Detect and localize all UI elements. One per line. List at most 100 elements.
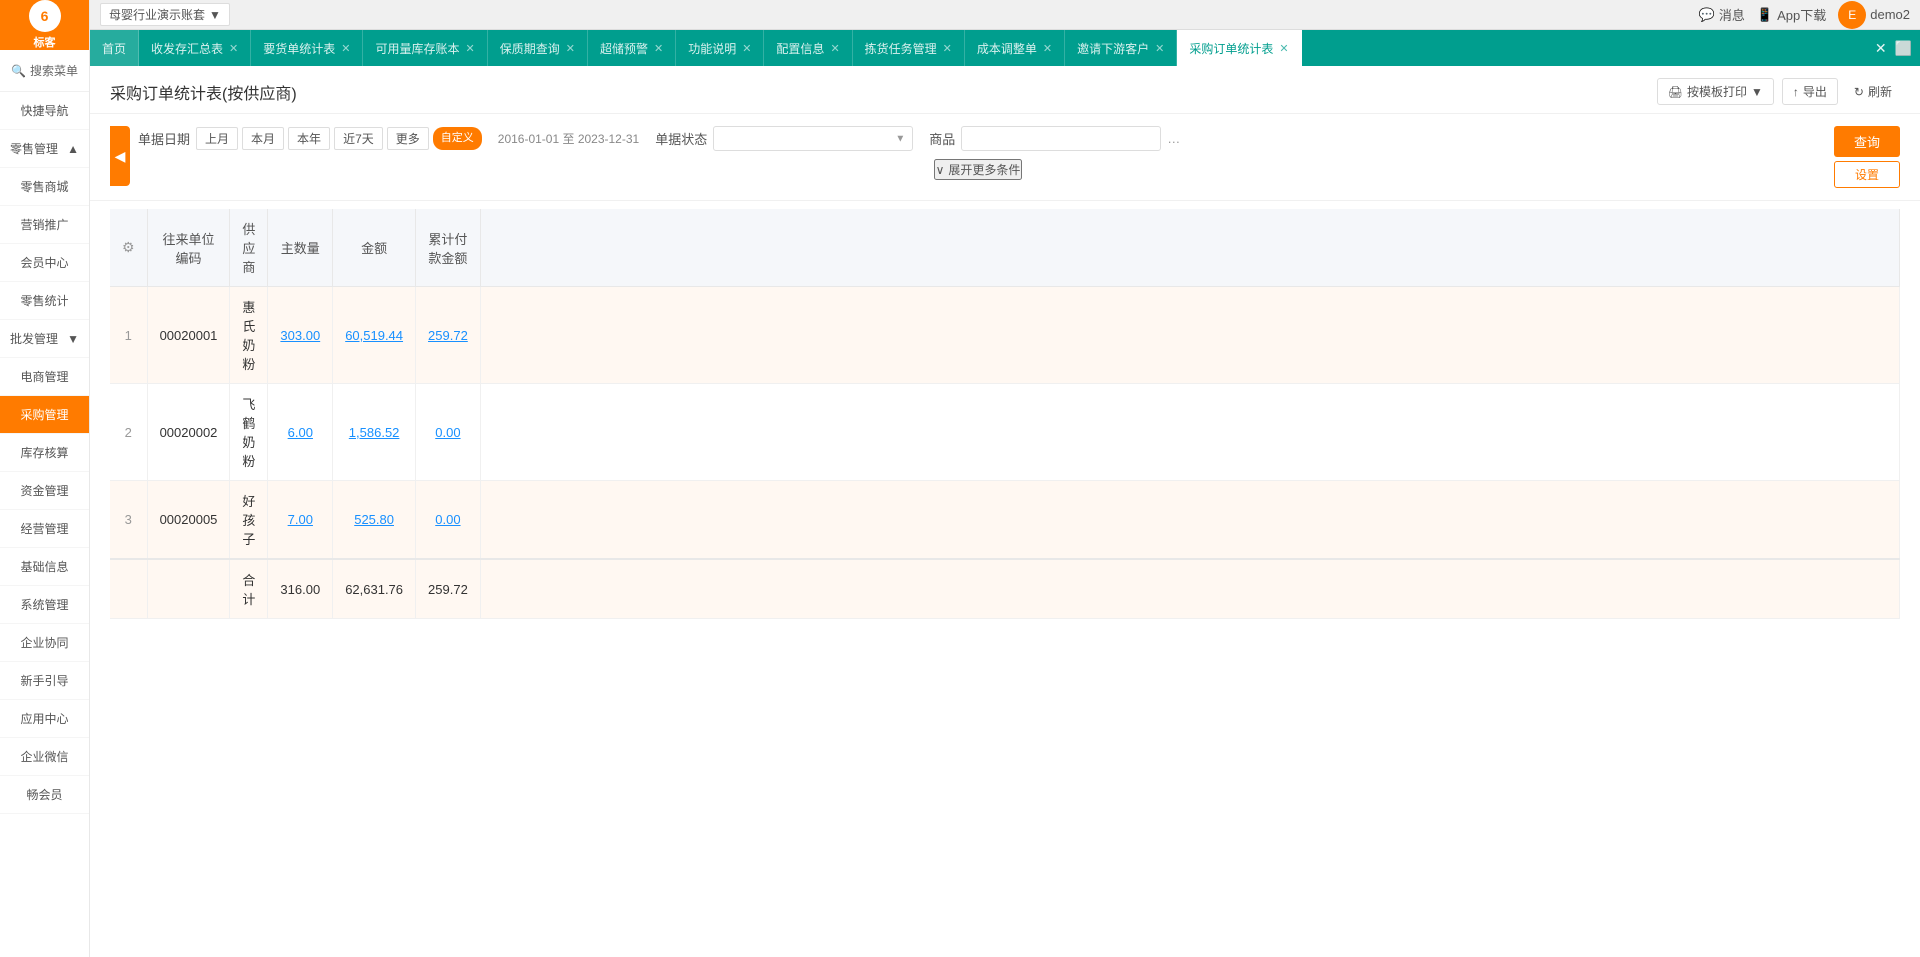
tab-close-purchase-stat[interactable]: ✕ [1279, 42, 1288, 55]
tab-invite-downstream[interactable]: 邀请下游客户 ✕ [1065, 30, 1177, 66]
message-icon: 💬 [1699, 7, 1715, 23]
system-label: 系统管理 [20, 596, 68, 613]
settings-button[interactable]: 设置 [1834, 161, 1900, 188]
tab-close-cost-adj[interactable]: ✕ [1043, 42, 1052, 55]
sidebar-item-finance[interactable]: 资金管理 [0, 472, 89, 510]
sidebar: 6 标客 🔍 搜索菜单 快捷导航 零售管理 ▲ 零售商城 营销推广 会员中心 零… [0, 0, 90, 957]
sidebar-item-system[interactable]: 系统管理 [0, 586, 89, 624]
sidebar-item-operations[interactable]: 经营管理 [0, 510, 89, 548]
custom-date-tag: 自定义 [433, 127, 482, 150]
last-month-btn[interactable]: 上月 [196, 127, 238, 150]
search-menu-button[interactable]: 🔍 搜索菜单 [6, 58, 83, 83]
td-amount-2[interactable]: 1,586.52 [333, 384, 416, 481]
query-button[interactable]: 查询 [1834, 126, 1900, 157]
chevron-down-filter: ∨ [936, 163, 945, 177]
export-button[interactable]: ↑ 导出 [1782, 78, 1838, 105]
td-code-1: 00020001 [147, 287, 230, 384]
refresh-button[interactable]: ↻ 刷新 [1846, 79, 1900, 104]
tab-close-receive-pay[interactable]: ✕ [229, 42, 238, 55]
tab-close-overstock[interactable]: ✕ [654, 42, 663, 55]
td-qty-2[interactable]: 6.00 [268, 384, 333, 481]
expand-panel-button[interactable]: ◀ [110, 126, 130, 186]
th-paid: 累计付款金额 [416, 209, 481, 287]
sidebar-search-area: 🔍 搜索菜单 [0, 50, 89, 92]
username-label: demo2 [1870, 7, 1910, 22]
sidebar-item-member[interactable]: 会员中心 [0, 244, 89, 282]
sidebar-item-quicknav[interactable]: 快捷导航 [0, 92, 89, 130]
sidebar-item-retail-shop[interactable]: 零售商城 [0, 168, 89, 206]
chevron-down-icon: ▲ [67, 142, 79, 156]
workspace-selector[interactable]: 母婴行业演示账套 ▼ [100, 3, 230, 26]
print-button[interactable]: 🖨 按模板打印 ▼ [1657, 78, 1774, 105]
td-supplier-2: 飞鹤奶粉 [230, 384, 268, 481]
table-footer-row: 合计 316.00 62,631.76 259.72 [110, 559, 1900, 619]
td-idx-3: 3 [110, 481, 147, 560]
close-tab-btn[interactable]: ✕ [1875, 40, 1887, 57]
goods-more-icon[interactable]: … [1167, 131, 1180, 146]
retail-shop-label: 零售商城 [20, 178, 68, 195]
user-profile[interactable]: E demo2 [1838, 1, 1910, 29]
page-content: 采购订单统计表(按供应商) 🖨 按模板打印 ▼ ↑ 导出 ↻ 刷新 [90, 66, 1920, 957]
last-7-days-btn[interactable]: 近7天 [334, 127, 383, 150]
more-dates-btn[interactable]: 更多 [387, 127, 429, 150]
tab-close-order-stat[interactable]: ✕ [341, 42, 350, 55]
td-footer-label [147, 559, 230, 619]
sidebar-item-marketing[interactable]: 营销推广 [0, 206, 89, 244]
td-footer-extra [480, 559, 1899, 619]
td-qty-1[interactable]: 303.00 [268, 287, 333, 384]
settings-icon[interactable]: ⚙ [122, 239, 135, 255]
td-paid-1[interactable]: 259.72 [416, 287, 481, 384]
tab-close-pick-task[interactable]: ✕ [943, 42, 952, 55]
sidebar-item-basic[interactable]: 基础信息 [0, 548, 89, 586]
sidebar-item-wholesale[interactable]: 批发管理 ▼ [0, 320, 89, 358]
maximize-btn[interactable]: ⬜ [1895, 40, 1912, 57]
message-action[interactable]: 💬 消息 [1699, 5, 1745, 24]
newguide-label: 新手引导 [20, 672, 68, 689]
tab-close-expiry-query[interactable]: ✕ [566, 42, 575, 55]
filter-area: ◀ 单据日期 上月 本月 本年 近7天 更多 [90, 114, 1920, 201]
sidebar-item-ecommerce[interactable]: 电商管理 [0, 358, 89, 396]
td-amount-1[interactable]: 60,519.44 [333, 287, 416, 384]
tab-func-desc[interactable]: 功能说明 ✕ [676, 30, 764, 66]
this-year-btn[interactable]: 本年 [288, 127, 330, 150]
tab-close-invite-downstream[interactable]: ✕ [1155, 42, 1164, 55]
tab-expiry-query[interactable]: 保质期查询 ✕ [488, 30, 588, 66]
tab-home[interactable]: 首页 [90, 30, 139, 66]
expand-more-button[interactable]: ∨ 展开更多条件 [934, 159, 1023, 180]
sidebar-item-purchase[interactable]: 采购管理 [0, 396, 89, 434]
td-qty-3[interactable]: 7.00 [268, 481, 333, 560]
table-container: ⚙ 往来单位编码 供应商 主数量 金额 累计付款金额 1 [90, 209, 1920, 619]
invite-downstream-label: 邀请下游客户 [1077, 40, 1149, 57]
member-label: 会员中心 [20, 254, 68, 271]
td-paid-3[interactable]: 0.00 [416, 481, 481, 560]
th-extra [480, 209, 1899, 287]
app-download-action[interactable]: 📱 App下载 [1757, 5, 1826, 24]
sidebar-item-retail-stat[interactable]: 零售统计 [0, 282, 89, 320]
tab-close-config[interactable]: ✕ [830, 42, 839, 55]
td-paid-2[interactable]: 0.00 [416, 384, 481, 481]
sidebar-item-retail[interactable]: 零售管理 ▲ [0, 130, 89, 168]
tab-close-func-desc[interactable]: ✕ [742, 42, 751, 55]
tab-overstock[interactable]: 超储预警 ✕ [588, 30, 676, 66]
top-nav-bar: 母婴行业演示账套 ▼ 💬 消息 📱 App下载 E demo2 [90, 0, 1920, 30]
status-select[interactable] [713, 126, 913, 151]
refresh-label: 刷新 [1868, 83, 1892, 100]
tab-pick-task[interactable]: 拣货任务管理 ✕ [853, 30, 965, 66]
sidebar-item-inventory[interactable]: 库存核算 [0, 434, 89, 472]
tab-cost-adj[interactable]: 成本调整单 ✕ [965, 30, 1065, 66]
sidebar-item-newguide[interactable]: 新手引导 [0, 662, 89, 700]
td-amount-3[interactable]: 525.80 [333, 481, 416, 560]
sidebar-item-enterprise[interactable]: 企业协同 [0, 624, 89, 662]
tab-order-stat[interactable]: 要货单统计表 ✕ [251, 30, 363, 66]
sidebar-item-vip[interactable]: 畅会员 [0, 776, 89, 814]
search-icon: 🔍 [11, 64, 26, 78]
sidebar-item-appcenter[interactable]: 应用中心 [0, 700, 89, 738]
sidebar-item-wechat[interactable]: 企业微信 [0, 738, 89, 776]
tab-purchase-stat[interactable]: 采购订单统计表 ✕ [1177, 30, 1301, 66]
tab-available-inv[interactable]: 可用量库存账本 ✕ [363, 30, 487, 66]
goods-input[interactable] [961, 126, 1161, 151]
tab-config[interactable]: 配置信息 ✕ [764, 30, 852, 66]
tab-close-available-inv[interactable]: ✕ [466, 42, 475, 55]
this-month-btn[interactable]: 本月 [242, 127, 284, 150]
tab-receive-pay[interactable]: 收发存汇总表 ✕ [139, 30, 251, 66]
